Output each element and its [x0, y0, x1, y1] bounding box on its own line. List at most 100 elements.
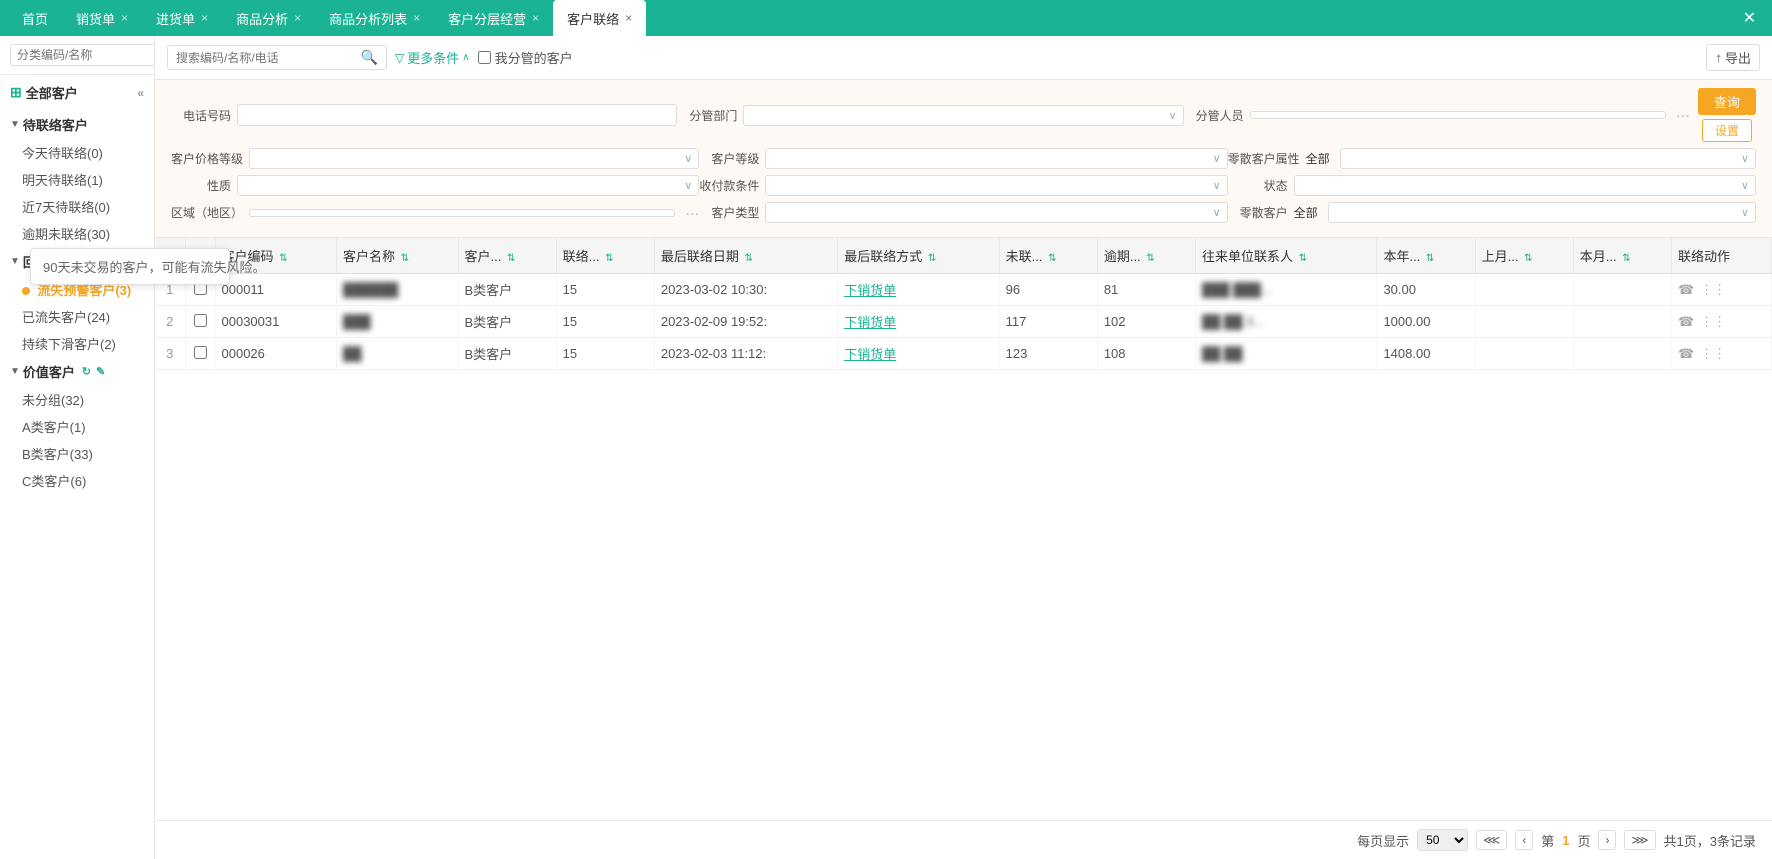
prev-page-btn[interactable]: ‹ — [1515, 830, 1533, 850]
export-icon: ↑ — [1715, 50, 1722, 65]
row-last-method[interactable]: 下销货单 — [838, 274, 999, 306]
tab-customer-layer-close[interactable]: × — [532, 11, 539, 25]
filter-row-3: 性质 ∨ 收付款条件 ∨ 状态 — [171, 175, 1756, 196]
th-uncontacted[interactable]: 未联... ⇅ — [999, 238, 1097, 274]
tab-customer-layer[interactable]: 客户分层经营 × — [434, 0, 553, 36]
sidebar-item-ungrouped[interactable]: 未分组(32) — [0, 386, 154, 413]
row-customer-type: B类客户 — [458, 338, 556, 370]
tab-product-list-close[interactable]: × — [413, 11, 420, 25]
triangle-icon: ▼ — [10, 119, 20, 130]
sidebar-section-pending[interactable]: ▼ 待联络客户 — [0, 110, 154, 139]
tab-product-list[interactable]: 商品分析列表 × — [315, 0, 434, 36]
my-customers-checkbox-area[interactable]: 我分管的客户 — [478, 48, 573, 67]
sidebar-item-7day-pending[interactable]: 近7天待联络(0) — [0, 193, 154, 220]
value-edit-icon[interactable]: ✎ — [96, 365, 105, 378]
sort-icon-name: ⇅ — [401, 253, 409, 264]
customer-type-select[interactable]: ∨ — [765, 202, 1227, 223]
gender-select[interactable]: ∨ — [237, 175, 699, 196]
action-more-icon[interactable]: ⋮⋮ — [1700, 314, 1726, 330]
action-more-icon[interactable]: ⋮⋮ — [1700, 282, 1726, 298]
action-contact-icon[interactable]: ☎ — [1678, 314, 1694, 330]
row-checkbox-cell[interactable] — [185, 306, 215, 338]
region-dots[interactable]: ··· — [685, 205, 699, 221]
sidebar-item-churned[interactable]: 已流失客户(24) — [0, 303, 154, 330]
export-button[interactable]: ↑ 导出 — [1706, 44, 1760, 71]
tab-home[interactable]: 首页 — [8, 0, 62, 36]
th-current-month[interactable]: 本月... ⇅ — [1573, 238, 1671, 274]
last-method-link[interactable]: 下销货单 — [844, 347, 896, 362]
row-last-month — [1475, 274, 1573, 306]
person-dots[interactable]: ··· — [1676, 107, 1690, 123]
th-overdue[interactable]: 逾期... ⇅ — [1097, 238, 1195, 274]
row-last-method[interactable]: 下销货单 — [838, 306, 999, 338]
credit-select[interactable]: ∨ — [1340, 148, 1756, 169]
tab-customer-contact-close[interactable]: × — [625, 11, 632, 25]
row-contact-person: ██ ██ 3... — [1196, 306, 1377, 338]
retail-select[interactable]: ∨ — [1328, 202, 1756, 223]
per-page-select[interactable]: 50 100 200 — [1417, 829, 1468, 851]
sidebar-collapse-icon[interactable]: « — [137, 86, 144, 100]
region-select[interactable] — [249, 209, 675, 217]
tab-purchase[interactable]: 进货单 × — [142, 0, 222, 36]
settings-button[interactable]: 设置 — [1702, 119, 1752, 142]
row-last-method[interactable]: 下销货单 — [838, 338, 999, 370]
th-name[interactable]: 客户名称 ⇅ — [337, 238, 459, 274]
th-current-year[interactable]: 本年... ⇅ — [1377, 238, 1475, 274]
filter-payment-cell: 收付款条件 ∨ — [699, 175, 1227, 196]
my-customers-checkbox[interactable] — [478, 51, 491, 64]
last-page-btn[interactable]: ⋙ — [1624, 830, 1655, 850]
tab-customer-contact[interactable]: 客户联络 × — [553, 0, 646, 36]
th-last-method[interactable]: 最后联络方式 ⇅ — [838, 238, 999, 274]
action-contact-icon[interactable]: ☎ — [1678, 282, 1694, 298]
row-code: 000011 — [215, 274, 337, 306]
sort-icon-contact: ⇅ — [605, 253, 613, 264]
first-page-btn[interactable]: ⋘ — [1476, 830, 1507, 850]
last-method-link[interactable]: 下销货单 — [844, 283, 896, 298]
status-select[interactable]: ∨ — [1294, 175, 1756, 196]
th-contact-count[interactable]: 联络... ⇅ — [556, 238, 654, 274]
query-button[interactable]: 查询 — [1698, 88, 1756, 115]
sidebar-item-tomorrow-pending[interactable]: 明天待联络(1) — [0, 166, 154, 193]
th-last-date[interactable]: 最后联络日期 ⇅ — [654, 238, 837, 274]
th-contact-person[interactable]: 往来单位联系人 ⇅ — [1196, 238, 1377, 274]
row-checkbox[interactable] — [194, 346, 207, 359]
search-button[interactable]: 🔍 — [361, 49, 378, 66]
tab-product-analysis[interactable]: 商品分析 × — [222, 0, 315, 36]
sidebar-item-class-b[interactable]: B类客户(33) — [0, 440, 154, 467]
action-more-icon[interactable]: ⋮⋮ — [1700, 346, 1726, 362]
row-actions: ☎ ⋮⋮ — [1671, 338, 1771, 370]
sidebar-section-value[interactable]: ▼ 价值客户 ↻ ✎ — [0, 357, 154, 386]
tab-purchase-close[interactable]: × — [201, 11, 208, 25]
dept-select[interactable]: ∨ — [743, 105, 1183, 126]
tab-sales[interactable]: 销货单 × — [62, 0, 142, 36]
price-level-select[interactable]: ∨ — [249, 148, 699, 169]
person-select[interactable] — [1250, 111, 1666, 119]
window-close-button[interactable]: ✕ — [1735, 8, 1764, 28]
next-page-btn[interactable]: › — [1598, 830, 1616, 850]
sidebar-search-input[interactable] — [10, 44, 155, 66]
sidebar-item-declining[interactable]: 持续下滑客户(2) — [0, 330, 154, 357]
sidebar-item-class-a[interactable]: A类客户(1) — [0, 413, 154, 440]
last-method-link[interactable]: 下销货单 — [844, 315, 896, 330]
sidebar-item-today-pending[interactable]: 今天待联络(0) — [0, 139, 154, 166]
more-conditions-toggle[interactable]: ▽ 更多条件 ∧ — [395, 48, 470, 67]
payment-select[interactable]: ∨ — [765, 175, 1227, 196]
customer-level-select[interactable]: ∨ — [765, 148, 1227, 169]
sidebar-item-class-c[interactable]: C类客户(6) — [0, 467, 154, 494]
tab-sales-close[interactable]: × — [121, 11, 128, 25]
filter-gender-cell: 性质 ∨ — [171, 175, 699, 196]
search-input[interactable] — [176, 51, 357, 65]
sidebar-all-customers[interactable]: ⊞ 全部客户 « — [0, 75, 154, 110]
th-customer-type[interactable]: 客户... ⇅ — [458, 238, 556, 274]
phone-input[interactable] — [237, 104, 677, 126]
tab-product-analysis-close[interactable]: × — [294, 11, 301, 25]
th-last-month[interactable]: 上月... ⇅ — [1475, 238, 1573, 274]
value-refresh-icon[interactable]: ↻ — [82, 365, 91, 378]
action-contact-icon[interactable]: ☎ — [1678, 346, 1694, 362]
page-suffix: 页 — [1577, 831, 1590, 850]
phone-label: 电话号码 — [171, 107, 231, 124]
row-checkbox[interactable] — [194, 314, 207, 327]
sidebar-item-overdue-pending[interactable]: 逾期未联络(30) — [0, 220, 154, 247]
row-checkbox-cell[interactable] — [185, 338, 215, 370]
credit-attr-label: 零散客户属性 — [1228, 150, 1300, 167]
